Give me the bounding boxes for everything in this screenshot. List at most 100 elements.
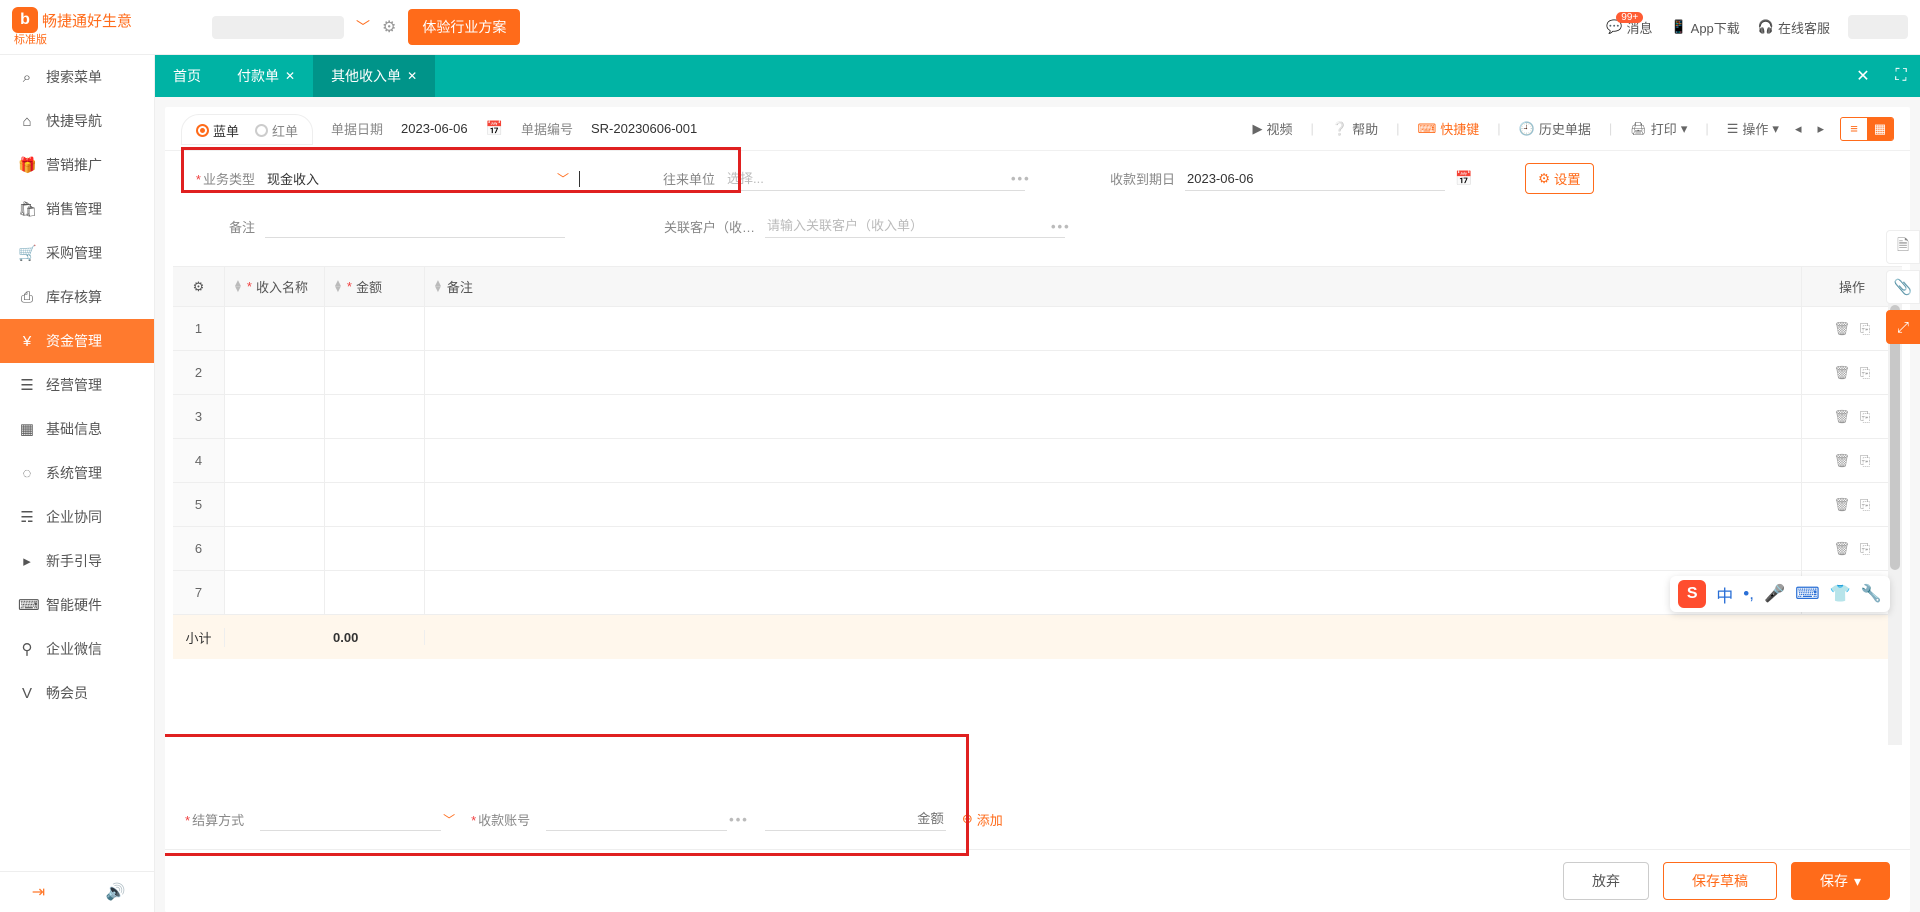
save-button[interactable]: 保存▾ — [1791, 862, 1890, 900]
ime-toolbar[interactable]: S 中 •, 🎤 ⌨ 👕 🔧 — [1670, 576, 1890, 612]
more-icon[interactable]: ••• — [1011, 171, 1031, 186]
grid-col-remark[interactable]: ▲▼备注 — [425, 267, 1802, 306]
ime-skin-icon[interactable]: 👕 — [1830, 584, 1851, 604]
grid-row[interactable]: 5🗑⎘ — [173, 483, 1902, 527]
industry-solution-button[interactable]: 体验行业方案 — [408, 9, 520, 45]
grid-row[interactable]: 2🗑⎘ — [173, 351, 1902, 395]
user-avatar[interactable] — [1848, 15, 1908, 39]
settle-method-input[interactable] — [260, 807, 441, 831]
grid-row[interactable]: 3🗑⎘ — [173, 395, 1902, 439]
rail-note-button[interactable]: 🗎 — [1886, 230, 1920, 264]
link-cust-input[interactable] — [765, 214, 1065, 238]
sidebar-item-finance[interactable]: ¥资金管理 — [0, 319, 154, 363]
row-copy-icon[interactable]: ⎘ — [1860, 453, 1870, 469]
calendar-icon[interactable]: 📅 — [486, 120, 503, 137]
row-delete-icon[interactable]: 🗑 — [1834, 365, 1851, 381]
radio-blue[interactable]: 蓝单 — [196, 121, 239, 140]
row-delete-icon[interactable]: 🗑 — [1834, 541, 1851, 557]
tab-other-income[interactable]: 其他收入单✕ — [313, 55, 435, 97]
messages-link[interactable]: 💬 消息 99+ — [1606, 18, 1652, 37]
next-doc-button[interactable]: ▸ — [1817, 121, 1824, 137]
more-icon[interactable]: ••• — [729, 812, 749, 827]
row-copy-icon[interactable]: ⎘ — [1860, 409, 1870, 425]
operate-button[interactable]: ☰操作▾ — [1727, 119, 1779, 138]
sidebar-item-sales[interactable]: 🛍销售管理 — [0, 187, 154, 231]
remark-input[interactable] — [265, 214, 565, 238]
sidebar-item-collab[interactable]: ☴企业协同 — [0, 495, 154, 539]
rail-attach-button[interactable]: 📎 — [1886, 270, 1920, 304]
ime-tool-icon[interactable]: 🔧 — [1861, 584, 1882, 604]
app-download-link[interactable]: 📱 App下载 — [1670, 18, 1739, 37]
ime-mic-icon[interactable]: 🎤 — [1764, 584, 1785, 604]
grid-row[interactable]: 7🗑⎘ — [173, 571, 1902, 615]
chevron-down-icon[interactable]: ﹀ — [443, 811, 455, 828]
row-copy-icon[interactable]: ⎘ — [1860, 541, 1870, 557]
ime-punct-icon[interactable]: •, — [1743, 584, 1754, 604]
tab-close-icon[interactable]: ✕ — [285, 69, 295, 83]
online-service-link[interactable]: 🎧 在线客服 — [1758, 18, 1830, 37]
sidebar-sound-button[interactable]: 🔊 — [77, 872, 154, 912]
grid-row[interactable]: 4🗑⎘ — [173, 439, 1902, 483]
grid-row[interactable]: 1🗑⎘ — [173, 307, 1902, 351]
prev-doc-button[interactable]: ◂ — [1795, 121, 1802, 137]
org-name-placeholder[interactable]: xxxxxxxx — [212, 16, 344, 39]
sidebar-item-quicknav[interactable]: ⌂快捷导航 — [0, 99, 154, 143]
row-copy-icon[interactable]: ⎘ — [1860, 321, 1870, 337]
grid-row[interactable]: 6🗑⎘ — [173, 527, 1902, 571]
sidebar-item-guide[interactable]: ▸新手引导 — [0, 539, 154, 583]
row-delete-icon[interactable]: 🗑 — [1834, 409, 1851, 425]
row-copy-icon[interactable]: ⎘ — [1860, 365, 1870, 381]
biz-type-input[interactable] — [265, 167, 565, 191]
grid-col-settings[interactable]: ⚙ — [173, 267, 225, 306]
tabstrip-close-button[interactable]: ✕ — [1844, 55, 1882, 97]
grid-col-amount[interactable]: ▲▼*金额 — [325, 267, 425, 306]
sidebar-item-system[interactable]: ◌系统管理 — [0, 451, 154, 495]
grid-scrollbar[interactable] — [1888, 303, 1902, 745]
row-delete-icon[interactable]: 🗑 — [1834, 497, 1851, 513]
discard-button[interactable]: 放弃 — [1563, 862, 1649, 900]
radio-red[interactable]: 红单 — [255, 121, 298, 140]
chevron-down-icon[interactable]: ﹀ — [557, 170, 569, 187]
form-settings-button[interactable]: ⚙设置 — [1525, 163, 1594, 194]
rail-expand-button[interactable]: ⤢ — [1886, 310, 1920, 344]
tab-home[interactable]: 首页 — [155, 55, 219, 97]
org-caret-icon[interactable]: ﹀ — [356, 17, 370, 37]
add-settlement-button[interactable]: ⊕添加 — [962, 810, 1003, 829]
calendar-icon[interactable]: 📅 — [1455, 170, 1472, 187]
party-input[interactable] — [725, 167, 1025, 191]
sidebar-item-stock[interactable]: ⎙库存核算 — [0, 275, 154, 319]
due-date-input[interactable] — [1185, 167, 1445, 191]
shortcut-link[interactable]: ⌨快捷键 — [1418, 119, 1480, 138]
tabstrip-fullscreen-button[interactable]: ⛶ — [1882, 55, 1920, 97]
history-link[interactable]: 🕘历史单据 — [1519, 119, 1591, 138]
video-link[interactable]: ▶视频 — [1253, 119, 1293, 138]
save-draft-button[interactable]: 保存草稿 — [1663, 862, 1777, 900]
tab-close-icon[interactable]: ✕ — [407, 69, 417, 83]
scroll-thumb[interactable] — [1890, 305, 1900, 570]
doc-date-value[interactable]: 2023-06-06 — [401, 121, 468, 136]
print-button[interactable]: 🖨打印▾ — [1630, 119, 1687, 138]
row-delete-icon[interactable]: 🗑 — [1834, 453, 1851, 469]
settle-acct-input[interactable] — [546, 807, 727, 831]
sidebar-item-hardware[interactable]: ⌨智能硬件 — [0, 583, 154, 627]
org-settings-icon[interactable]: ⚙ — [382, 17, 396, 37]
help-link[interactable]: ❔帮助 — [1332, 119, 1378, 138]
sidebar-item-wxwork[interactable]: ⚲企业微信 — [0, 627, 154, 671]
more-icon[interactable]: ••• — [1051, 219, 1071, 234]
sidebar-collapse-button[interactable]: ⇥ — [0, 872, 77, 912]
sidebar-item-search[interactable]: ⌕搜索菜单 — [0, 55, 154, 99]
ime-keyboard-icon[interactable]: ⌨ — [1795, 584, 1820, 604]
sidebar-item-member[interactable]: V畅会员 — [0, 671, 154, 715]
settle-amount-input[interactable] — [765, 807, 946, 831]
sidebar-item-basedata[interactable]: ▦基础信息 — [0, 407, 154, 451]
sidebar-item-operate[interactable]: ☰经营管理 — [0, 363, 154, 407]
view-card-icon[interactable]: ▦ — [1867, 118, 1893, 140]
grid-col-name[interactable]: ▲▼*收入名称 — [225, 267, 325, 306]
row-delete-icon[interactable]: 🗑 — [1834, 321, 1851, 337]
sidebar-item-purchase[interactable]: 🛒采购管理 — [0, 231, 154, 275]
row-copy-icon[interactable]: ⎘ — [1860, 497, 1870, 513]
ime-lang[interactable]: 中 — [1716, 582, 1733, 607]
sidebar-item-promo[interactable]: 🎁营销推广 — [0, 143, 154, 187]
tab-payment[interactable]: 付款单✕ — [219, 55, 313, 97]
view-list-icon[interactable]: ≡ — [1841, 118, 1867, 140]
